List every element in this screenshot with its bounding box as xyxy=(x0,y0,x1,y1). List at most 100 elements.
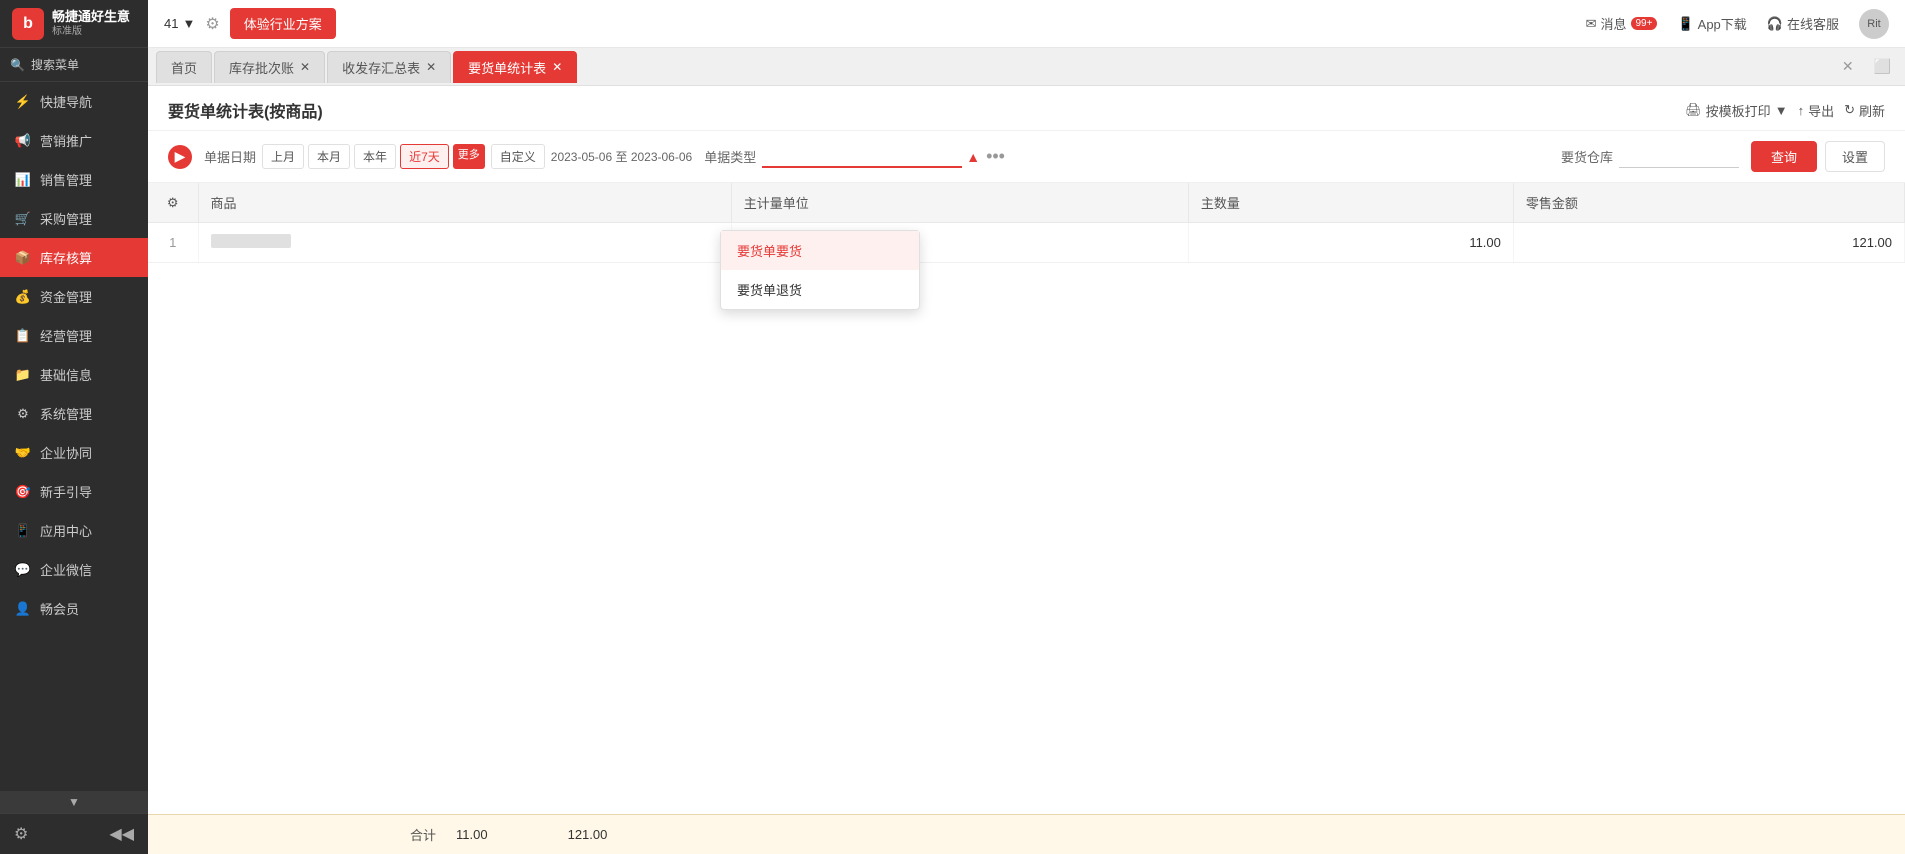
summary-sale-amount: 121.00 xyxy=(568,827,608,842)
print-icon: 🖨 xyxy=(1685,102,1702,118)
tabs-bar: 首页 库存批次账 ✕ 收发存汇总表 ✕ 要货单统计表 ✕ ✕ ⬜ xyxy=(148,48,1905,86)
page-header-actions: 🖨 按模板打印 ▼ ↑ 导出 ↻ 刷新 xyxy=(1685,101,1885,120)
sidebar-item-app-center[interactable]: 📱 应用中心 xyxy=(0,511,148,550)
query-button[interactable]: 查询 xyxy=(1751,141,1817,172)
search-icon: 🔍 xyxy=(10,58,25,72)
message-button[interactable]: ✉ 消息 99+ xyxy=(1586,14,1658,33)
operations-icon: 📋 xyxy=(14,327,32,345)
summary-quantity: 11.00 xyxy=(456,827,488,842)
search-menu-button[interactable]: 🔍 搜索菜单 xyxy=(10,56,138,73)
type-filter-input-wrapper: ▲ xyxy=(762,145,980,168)
sidebar-item-guide[interactable]: 🎯 新手引导 xyxy=(0,472,148,511)
user-avatar[interactable]: Rit xyxy=(1859,9,1889,39)
sidebar-item-marketing[interactable]: 📢 营销推广 xyxy=(0,121,148,160)
table-header-row: ⚙ 商品 主计量单位 主数量 零售金额 xyxy=(148,183,1905,223)
sidebar-nav: ⚡ 快捷导航 📢 营销推广 📊 销售管理 🛒 采购管理 📦 库存核算 💰 资金管… xyxy=(0,82,148,791)
export-button[interactable]: ↑ 导出 xyxy=(1798,101,1835,120)
filter-more-badge[interactable]: 更多 xyxy=(453,144,485,169)
data-table: ⚙ 商品 主计量单位 主数量 零售金额 1 块 xyxy=(148,183,1905,263)
topbar-left: 41 ▼ ⚙ 体验行业方案 xyxy=(164,8,336,39)
finance-icon: 💰 xyxy=(14,288,32,306)
cell-sale-amount: 121.00 xyxy=(1513,223,1904,263)
filter-btn-last-7-days[interactable]: 近7天 xyxy=(400,144,449,169)
sidebar-scroll-down[interactable]: ▼ xyxy=(0,791,148,813)
filter-date-group: 单据日期 上月 本月 本年 近7天 更多 自定义 2023-05-06 至 20… xyxy=(204,144,692,169)
topbar-right: ✉ 消息 99+ 📱 App下载 🎧 在线客服 Rit xyxy=(1586,9,1889,39)
summary-row: 合计 11.00 121.00 xyxy=(148,814,1905,854)
page-content: 要货单统计表(按商品) 🖨 按模板打印 ▼ ↑ 导出 ↻ 刷新 ▶ xyxy=(148,86,1905,854)
sales-icon: 📊 xyxy=(14,171,32,189)
app-center-icon: 📱 xyxy=(14,522,32,540)
warehouse-filter-input[interactable] xyxy=(1619,146,1739,168)
tab-maximize-button[interactable]: ⬜ xyxy=(1868,56,1897,77)
sidebar-item-inventory[interactable]: 📦 库存核算 xyxy=(0,238,148,277)
main-area: 41 ▼ ⚙ 体验行业方案 ✉ 消息 99+ 📱 App下载 🎧 在线客服 Ri… xyxy=(148,0,1905,854)
online-service-button[interactable]: 🎧 在线客服 xyxy=(1767,14,1839,33)
filter-btn-this-year[interactable]: 本年 xyxy=(354,144,396,169)
tab-close-collection-summary[interactable]: ✕ xyxy=(426,60,436,74)
collapse-sidebar-button[interactable]: ◀◀ xyxy=(109,824,134,844)
basic-info-icon: 📁 xyxy=(14,366,32,384)
sidebar-item-finance[interactable]: 💰 资金管理 xyxy=(0,277,148,316)
page-header: 要货单统计表(按商品) 🖨 按模板打印 ▼ ↑ 导出 ↻ 刷新 xyxy=(148,86,1905,131)
sidebar-footer: ⚙ ◀◀ xyxy=(0,813,148,854)
col-unit: 主计量单位 xyxy=(731,183,1188,223)
sidebar-item-quick-nav[interactable]: ⚡ 快捷导航 xyxy=(0,82,148,121)
table-area: ⚙ 商品 主计量单位 主数量 零售金额 1 块 xyxy=(148,183,1905,814)
sidebar-item-purchase[interactable]: 🛒 采购管理 xyxy=(0,199,148,238)
type-dropdown-menu: 要货单要货 要货单退货 xyxy=(720,230,920,310)
topbar-settings-icon[interactable]: ⚙ xyxy=(205,14,219,34)
settings-icon[interactable]: ⚙ xyxy=(14,824,28,844)
type-filter-label: 单据类型 xyxy=(704,147,756,166)
summary-values: 11.00 121.00 xyxy=(456,827,607,842)
tab-close-order-summary[interactable]: ✕ xyxy=(552,60,562,74)
summary-label: 合计 xyxy=(410,825,436,844)
trial-industry-button[interactable]: 体验行业方案 xyxy=(230,8,336,39)
sidebar-item-basic-info[interactable]: 📁 基础信息 xyxy=(0,355,148,394)
company-dropdown-icon: ▼ xyxy=(182,16,195,31)
refresh-button[interactable]: ↻ 刷新 xyxy=(1844,101,1885,120)
topbar: 41 ▼ ⚙ 体验行业方案 ✉ 消息 99+ 📱 App下载 🎧 在线客服 Ri… xyxy=(148,0,1905,48)
tab-home[interactable]: 首页 xyxy=(156,51,212,83)
type-filter-more-icon[interactable]: ••• xyxy=(986,146,1005,167)
date-filter-label: 单据日期 xyxy=(204,147,256,166)
type-filter-chevron-up-icon[interactable]: ▲ xyxy=(966,149,980,165)
col-settings[interactable]: ⚙ xyxy=(148,183,198,223)
message-icon: ✉ xyxy=(1586,16,1597,32)
tab-order-summary[interactable]: 要货单统计表 ✕ xyxy=(453,51,577,83)
dropdown-item-return[interactable]: 要货单退货 xyxy=(721,270,919,309)
sidebar: b 畅捷通好生意 标准版 🔍 搜索菜单 ⚡ 快捷导航 📢 营销推广 📊 销售管理… xyxy=(0,0,148,854)
sidebar-search-area[interactable]: 🔍 搜索菜单 xyxy=(0,48,148,82)
app-logo-text: 畅捷通好生意 标准版 xyxy=(52,9,130,39)
warehouse-filter-label: 要货仓库 xyxy=(1561,147,1613,166)
date-filter-buttons: 上月 本月 本年 近7天 更多 xyxy=(262,144,485,169)
dropdown-item-demand[interactable]: 要货单要货 xyxy=(721,231,919,270)
app-download-button[interactable]: 📱 App下载 xyxy=(1677,14,1746,33)
tab-close-inventory-batch[interactable]: ✕ xyxy=(300,60,310,74)
filter-settings-button[interactable]: 设置 xyxy=(1825,141,1885,172)
sidebar-item-system[interactable]: ⚙ 系统管理 xyxy=(0,394,148,433)
company-number: 41 xyxy=(164,16,178,31)
tabs-bar-right: ✕ ⬜ xyxy=(1836,56,1897,77)
tab-minimize-button[interactable]: ✕ xyxy=(1836,56,1860,77)
filter-btn-last-month[interactable]: 上月 xyxy=(262,144,304,169)
tab-inventory-batch[interactable]: 库存批次账 ✕ xyxy=(214,51,325,83)
table-settings-icon: ⚙ xyxy=(167,195,179,210)
sidebar-item-operations[interactable]: 📋 经营管理 xyxy=(0,316,148,355)
sidebar-item-sales[interactable]: 📊 销售管理 xyxy=(0,160,148,199)
sidebar-item-enterprise[interactable]: 🤝 企业协同 xyxy=(0,433,148,472)
filter-expand-button[interactable]: ▶ xyxy=(168,145,192,169)
tab-collection-summary[interactable]: 收发存汇总表 ✕ xyxy=(327,51,451,83)
sidebar-item-wechat[interactable]: 💬 企业微信 xyxy=(0,550,148,589)
sidebar-item-member[interactable]: 👤 畅会员 xyxy=(0,589,148,628)
type-filter-input[interactable] xyxy=(762,145,962,168)
company-selector[interactable]: 41 ▼ xyxy=(164,16,195,31)
filter-btn-custom[interactable]: 自定义 xyxy=(491,144,545,169)
print-template-button[interactable]: 🖨 按模板打印 ▼ xyxy=(1685,101,1787,120)
member-icon: 👤 xyxy=(14,600,32,618)
print-dropdown-icon: ▼ xyxy=(1775,103,1788,118)
table-body: 1 块 11.00 121.00 xyxy=(148,223,1905,263)
page-title: 要货单统计表(按商品) xyxy=(168,98,323,122)
filter-btn-this-month[interactable]: 本月 xyxy=(308,144,350,169)
enterprise-icon: 🤝 xyxy=(14,444,32,462)
